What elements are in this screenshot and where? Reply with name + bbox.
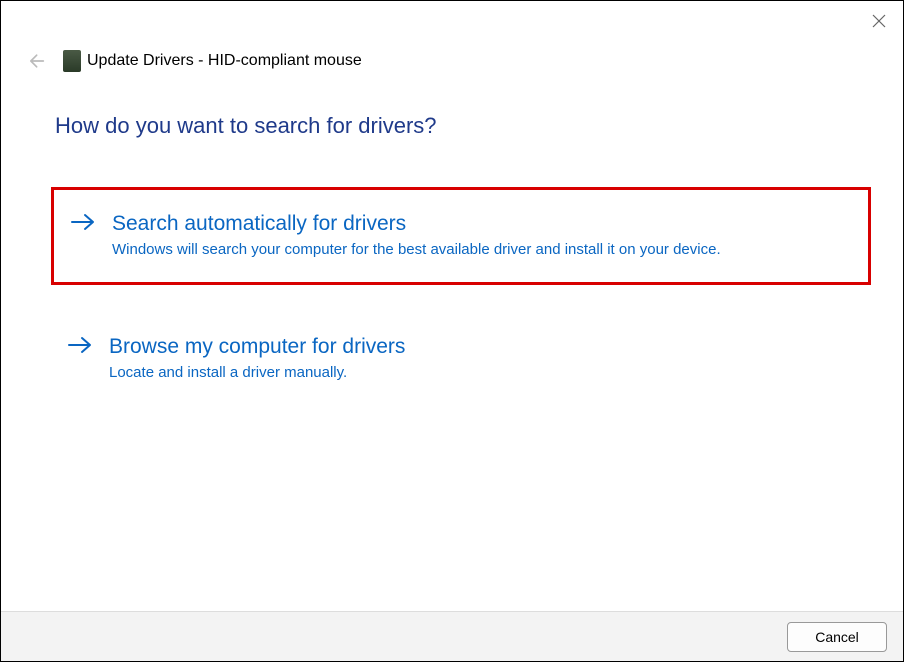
option-title: Search automatically for drivers <box>112 212 840 236</box>
dialog-footer: Cancel <box>1 611 903 661</box>
window-title-wrap: Update Drivers - HID-compliant mouse <box>63 50 362 72</box>
device-icon <box>63 50 81 72</box>
arrow-right-icon <box>67 335 95 363</box>
option-browse-computer[interactable]: Browse my computer for drivers Locate an… <box>51 313 871 405</box>
option-search-automatically[interactable]: Search automatically for drivers Windows… <box>51 187 871 285</box>
option-title: Browse my computer for drivers <box>109 335 843 359</box>
close-button[interactable] <box>865 7 893 35</box>
back-arrow-icon <box>25 51 45 71</box>
close-icon <box>872 14 886 28</box>
arrow-right-icon <box>70 212 98 240</box>
page-heading: How do you want to search for drivers? <box>55 113 853 139</box>
back-button <box>23 49 47 73</box>
cancel-button[interactable]: Cancel <box>787 622 887 652</box>
option-description: Windows will search your computer for th… <box>112 240 752 260</box>
window-title: Update Drivers - HID-compliant mouse <box>87 52 362 70</box>
option-description: Locate and install a driver manually. <box>109 363 749 383</box>
